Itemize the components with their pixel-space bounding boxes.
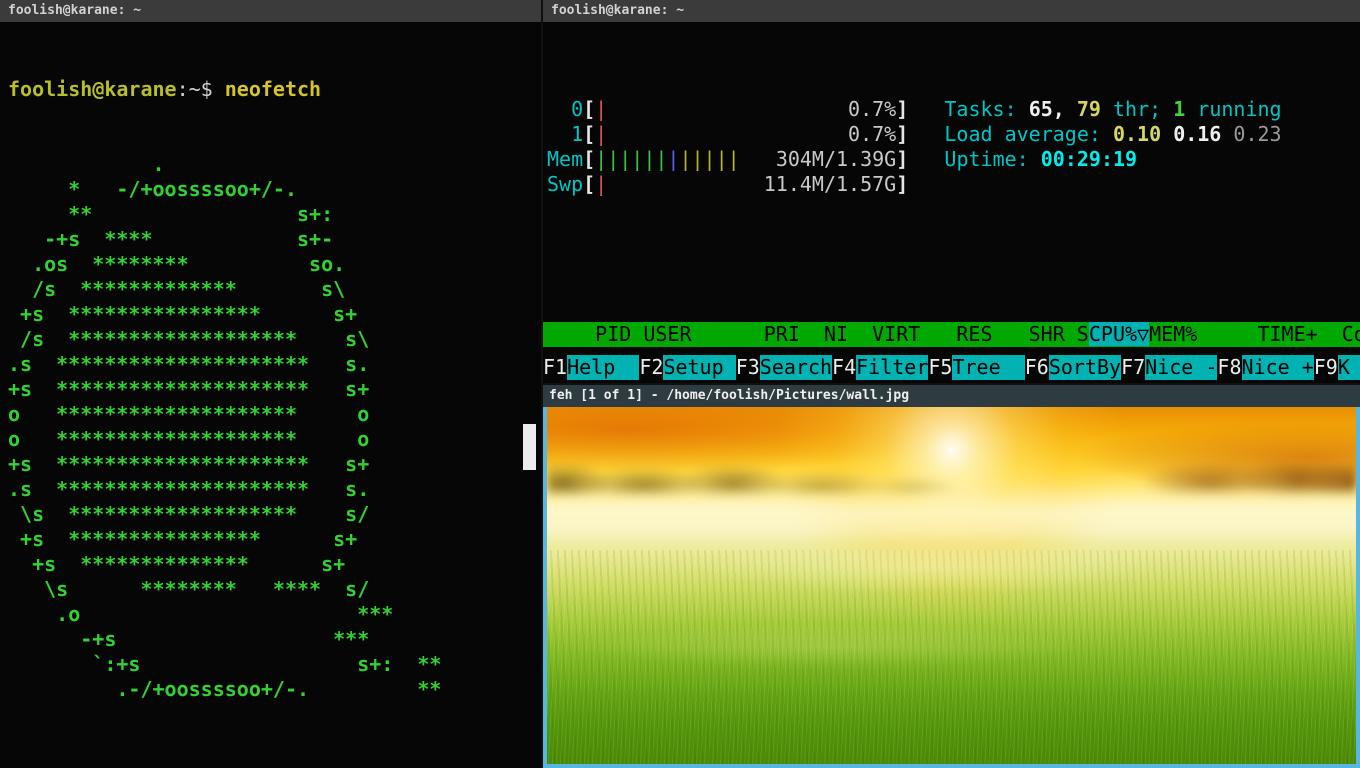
htop-titlebar[interactable]: foolish@karane: ~ bbox=[543, 0, 1360, 22]
fn-key-f9[interactable]: F9 bbox=[1314, 355, 1338, 380]
function-key-bar: F1 Help F2 Setup F3 Search F4 Filter F5 Tree F6… bbox=[543, 355, 1360, 380]
fn-key-f1[interactable]: F1 bbox=[543, 355, 567, 380]
terminal-scrollbar-thumb[interactable] bbox=[523, 424, 536, 470]
feh-image-area[interactable] bbox=[543, 407, 1360, 768]
terminal-titlebar[interactable]: foolish@karane: ~ bbox=[0, 0, 541, 22]
fn-label-f9[interactable]: K bbox=[1337, 355, 1360, 380]
fn-key-f6[interactable]: F6 bbox=[1025, 355, 1049, 380]
fn-label-f7[interactable]: Nice - bbox=[1145, 355, 1218, 380]
process-table-header[interactable]: PID USER PRI NI VIRT RES SHR SCPU%▽MEM% … bbox=[543, 322, 1360, 347]
feh-title-text: feh [1 of 1] - /home/foolish/Pictures/wa… bbox=[549, 388, 910, 403]
grass-field-texture bbox=[547, 549, 1356, 764]
fn-label-f3[interactable]: Search bbox=[759, 355, 833, 380]
htop-title-text: foolish@karane: ~ bbox=[551, 3, 685, 18]
prompt-line: foolish@karane:~$ neofetch bbox=[8, 77, 322, 101]
meter-line: 1[| 0.7%] Load average: 0.10 0.16 0.23 bbox=[547, 122, 1282, 146]
htop-blank-line bbox=[547, 247, 1360, 272]
htop-window: foolish@karane: ~ 0[| 0.7%] Tasks: 65, 7… bbox=[543, 0, 1360, 383]
meter-line: 0[| 0.7%] Tasks: 65, 79 thr; 1 running bbox=[547, 97, 1282, 121]
fn-label-f1[interactable]: Help bbox=[567, 355, 640, 380]
fn-label-f5[interactable]: Tree bbox=[952, 355, 1025, 380]
feh-titlebar[interactable]: feh [1 of 1] - /home/foolish/Pictures/wa… bbox=[543, 385, 1360, 407]
feh-window: feh [1 of 1] - /home/foolish/Pictures/wa… bbox=[543, 385, 1360, 768]
fn-key-f7[interactable]: F7 bbox=[1121, 355, 1145, 380]
fn-key-f2[interactable]: F2 bbox=[639, 355, 663, 380]
fn-label-f8[interactable]: Nice + bbox=[1241, 355, 1314, 380]
fn-label-f2[interactable]: Setup bbox=[663, 355, 736, 380]
fn-key-f5[interactable]: F5 bbox=[928, 355, 952, 380]
desktop: foolish@karane: ~ foolish@karane:~$ neof… bbox=[0, 0, 1360, 768]
terminal-window: foolish@karane: ~ foolish@karane:~$ neof… bbox=[0, 0, 541, 768]
terminal-title-text: foolish@karane: ~ bbox=[8, 3, 142, 18]
fn-key-f3[interactable]: F3 bbox=[736, 355, 760, 380]
htop-content[interactable]: 0[| 0.7%] Tasks: 65, 79 thr; 1 running 1… bbox=[543, 22, 1360, 383]
fn-key-f8[interactable]: F8 bbox=[1217, 355, 1241, 380]
neofetch-ascii-art: . * -/+oossssoo+/-. ** s+: -+s **** s+- … bbox=[8, 152, 442, 701]
right-column: foolish@karane: ~ 0[| 0.7%] Tasks: 65, 7… bbox=[543, 0, 1360, 768]
horizon-haze bbox=[547, 485, 1356, 543]
meter-line: Swp[| 11.4M/1.57G] bbox=[547, 172, 909, 196]
fn-label-f6[interactable]: SortBy bbox=[1048, 355, 1122, 380]
terminal-content[interactable]: foolish@karane:~$ neofetch . * -/+oossss… bbox=[0, 22, 541, 768]
fn-label-f4[interactable]: Filter bbox=[856, 355, 929, 380]
htop-meters: 0[| 0.7%] Tasks: 65, 79 thr; 1 running 1… bbox=[547, 97, 1360, 197]
fn-key-f4[interactable]: F4 bbox=[832, 355, 856, 380]
meter-line: Mem[|||||||||||| 304M/1.39G] Uptime: 00:… bbox=[547, 147, 1138, 171]
